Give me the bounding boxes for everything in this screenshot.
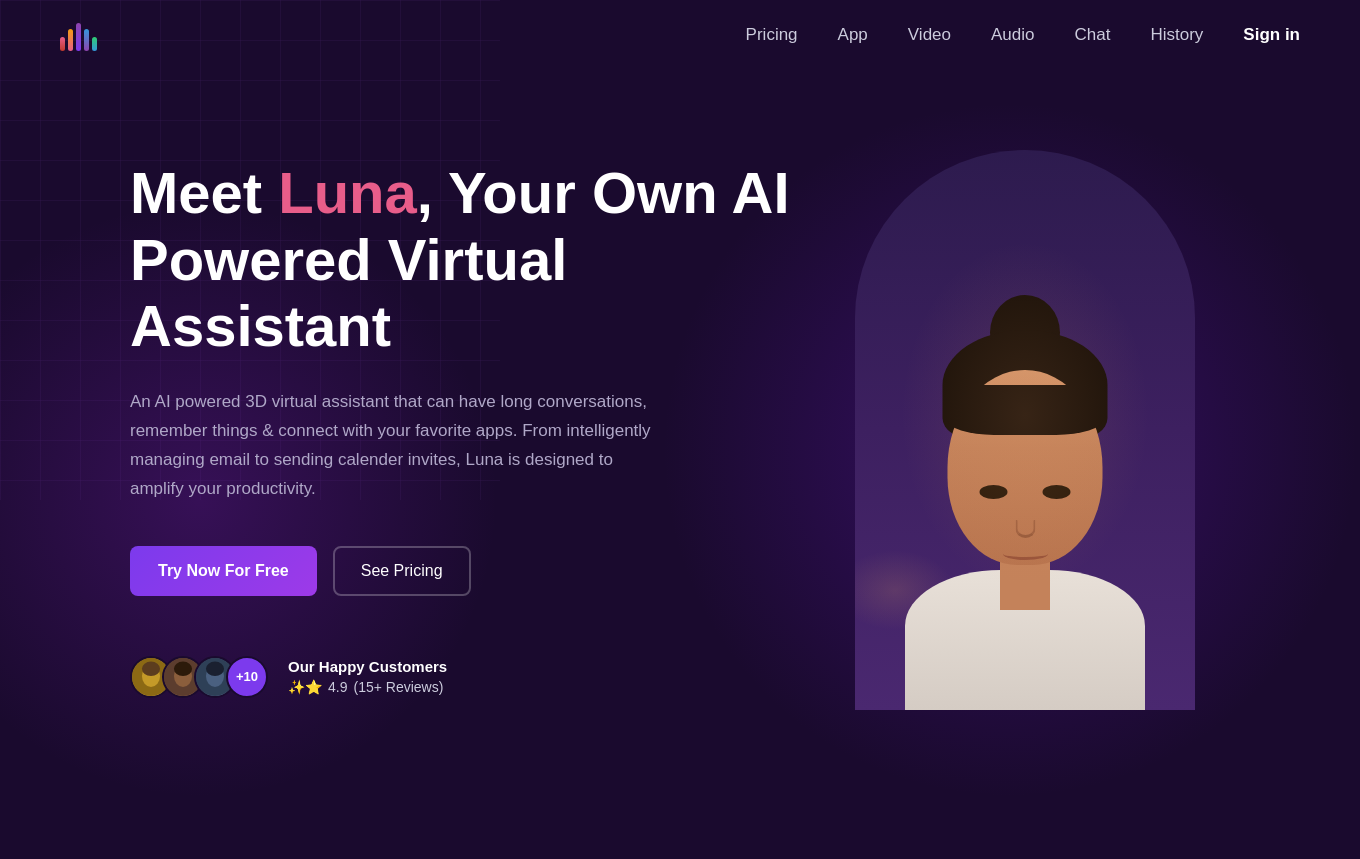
reviews-count: (15+ Reviews) — [353, 679, 443, 695]
nav-history[interactable]: History — [1150, 25, 1203, 45]
svg-point-2 — [142, 661, 160, 675]
nav-audio[interactable]: Audio — [991, 25, 1034, 45]
face-glow — [900, 240, 1150, 590]
nav-links: Pricing App Video Audio Chat History Sig… — [746, 25, 1300, 45]
customers-text: Our Happy Customers ✨⭐ 4.9 (15+ Reviews) — [288, 658, 447, 695]
signin-button[interactable]: Sign in — [1243, 25, 1300, 45]
avatar-plus: +10 — [226, 656, 268, 698]
left-section: Meet Luna, Your Own AI Powered Virtual A… — [130, 130, 810, 698]
svg-point-5 — [174, 661, 192, 675]
svg-point-8 — [206, 661, 224, 675]
right-section — [810, 130, 1240, 710]
try-now-button[interactable]: Try Now For Free — [130, 546, 317, 596]
customers-label: Our Happy Customers — [288, 658, 447, 675]
logo-icon — [60, 19, 97, 51]
rating-value: 4.9 — [328, 679, 347, 695]
logo[interactable] — [60, 19, 97, 51]
main-content: Meet Luna, Your Own AI Powered Virtual A… — [0, 70, 1360, 859]
cta-buttons: Try Now For Free See Pricing — [130, 546, 810, 596]
hero-description: An AI powered 3D virtual assistant that … — [130, 388, 660, 504]
customer-avatars: +10 — [130, 656, 268, 698]
nav-video[interactable]: Video — [908, 25, 951, 45]
customers-section: +10 Our Happy Customers ✨⭐ 4.9 (15+ Revi… — [130, 656, 810, 698]
star-icon: ✨⭐ — [288, 679, 322, 695]
customers-rating: ✨⭐ 4.9 (15+ Reviews) — [288, 679, 447, 695]
see-pricing-button[interactable]: See Pricing — [333, 546, 471, 596]
ai-avatar — [855, 130, 1195, 710]
nav-chat[interactable]: Chat — [1075, 25, 1111, 45]
nav-app[interactable]: App — [838, 25, 868, 45]
nav-pricing[interactable]: Pricing — [746, 25, 798, 45]
title-prefix: Meet — [130, 160, 278, 225]
character-background — [855, 150, 1195, 710]
navbar: Pricing App Video Audio Chat History Sig… — [0, 0, 1360, 70]
title-brand: Luna — [278, 160, 417, 225]
hero-title: Meet Luna, Your Own AI Powered Virtual A… — [130, 160, 810, 360]
